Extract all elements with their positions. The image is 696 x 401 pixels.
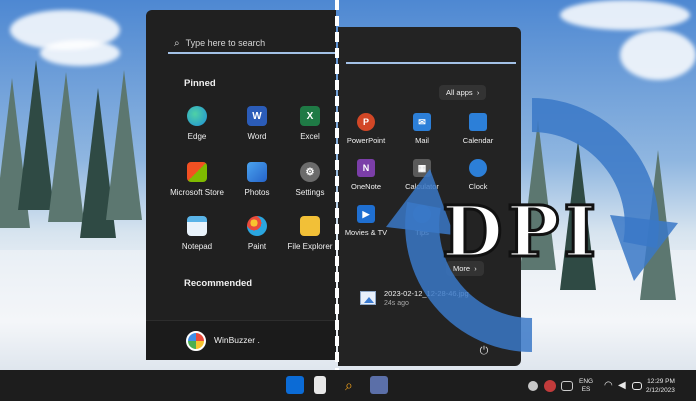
app-label: Settings: [295, 188, 325, 197]
dpi-text: DPI: [440, 189, 601, 275]
volume-icon[interactable]: ◀: [618, 381, 628, 391]
security-icon[interactable]: [544, 380, 556, 392]
search-icon: ⌕: [174, 37, 180, 49]
start-search-box[interactable]: ⌕ Type here to search: [168, 34, 336, 54]
recommended-title: Recommended: [184, 278, 253, 289]
app-taskbar-icon[interactable]: [370, 376, 388, 394]
pinned-app-excel[interactable]: X Excel: [284, 106, 336, 141]
notepad-icon: [187, 216, 207, 236]
pinned-app-paint[interactable]: Paint: [224, 216, 290, 251]
store-icon: [187, 162, 207, 182]
search-placeholder: Type here to search: [185, 38, 266, 48]
notepad-taskbar-icon[interactable]: [314, 376, 326, 394]
app-label: OneNote: [350, 182, 382, 191]
clock-time: 12:29 PM: [647, 378, 675, 385]
photos-icon: [247, 162, 267, 182]
app-label: Photos: [244, 188, 270, 197]
keyboard-layout: ES: [581, 386, 591, 393]
powerpoint-icon: P: [357, 113, 375, 131]
pinned-app-store[interactable]: Microsoft Store: [164, 162, 230, 197]
battery-icon[interactable]: [632, 382, 642, 390]
app-label: PowerPoint: [346, 136, 386, 145]
avatar: [186, 331, 206, 351]
app-label: Edge: [187, 132, 207, 141]
app-label: Excel: [300, 132, 320, 141]
app-label: Microsoft Store: [170, 188, 224, 197]
user-name: WinBuzzer .: [214, 335, 260, 345]
pinned-title: Pinned: [184, 78, 216, 89]
user-account-row[interactable]: WinBuzzer .: [146, 320, 336, 360]
clock-date: 2/12/2023: [646, 387, 675, 394]
dpi-logo-overlay: DPI: [382, 95, 682, 355]
app-label: Word: [247, 132, 267, 141]
word-icon: W: [247, 106, 267, 126]
wifi-icon[interactable]: ◠: [604, 381, 614, 391]
pinned-app-photos[interactable]: Photos: [224, 162, 290, 197]
app-label: File Explorer: [287, 242, 333, 251]
paint-icon: [247, 216, 267, 236]
language-indicator[interactable]: ENG ES: [579, 378, 593, 394]
search-icon[interactable]: ⌕: [345, 376, 363, 394]
split-divider: [335, 0, 339, 401]
onenote-icon: N: [357, 159, 375, 177]
edge-icon: [187, 106, 207, 126]
folder-icon: [300, 216, 320, 236]
app-label: Movies & TV: [344, 228, 388, 237]
keyboard-icon[interactable]: [561, 381, 573, 391]
windows-start-icon[interactable]: [286, 376, 304, 394]
app-label: Notepad: [181, 242, 213, 251]
gear-icon: ⚙: [300, 162, 320, 182]
pinned-app-file-explorer[interactable]: File Explorer: [284, 216, 336, 251]
language-code: ENG: [579, 378, 594, 385]
pinned-app-edge[interactable]: Edge: [164, 106, 230, 141]
chevron-up-icon[interactable]: [528, 381, 538, 391]
pinned-app-settings[interactable]: ⚙ Settings: [284, 162, 336, 197]
pinned-app-word[interactable]: W Word: [224, 106, 290, 141]
clock[interactable]: 12:29 PM 2/12/2023: [646, 377, 675, 395]
app-label: Paint: [247, 242, 267, 251]
start-menu-win11: ⌕ Type here to search Pinned Edge W Word…: [146, 10, 336, 360]
pinned-app-notepad[interactable]: Notepad: [164, 216, 230, 251]
taskbar: ⌕ ENG ES ◠ ◀ 12:29 PM 2/12/2023: [0, 370, 696, 401]
excel-icon: X: [300, 106, 320, 126]
movies-icon: ▶: [357, 205, 375, 223]
right-search-box[interactable]: [346, 44, 516, 64]
image-file-icon: [360, 291, 376, 305]
